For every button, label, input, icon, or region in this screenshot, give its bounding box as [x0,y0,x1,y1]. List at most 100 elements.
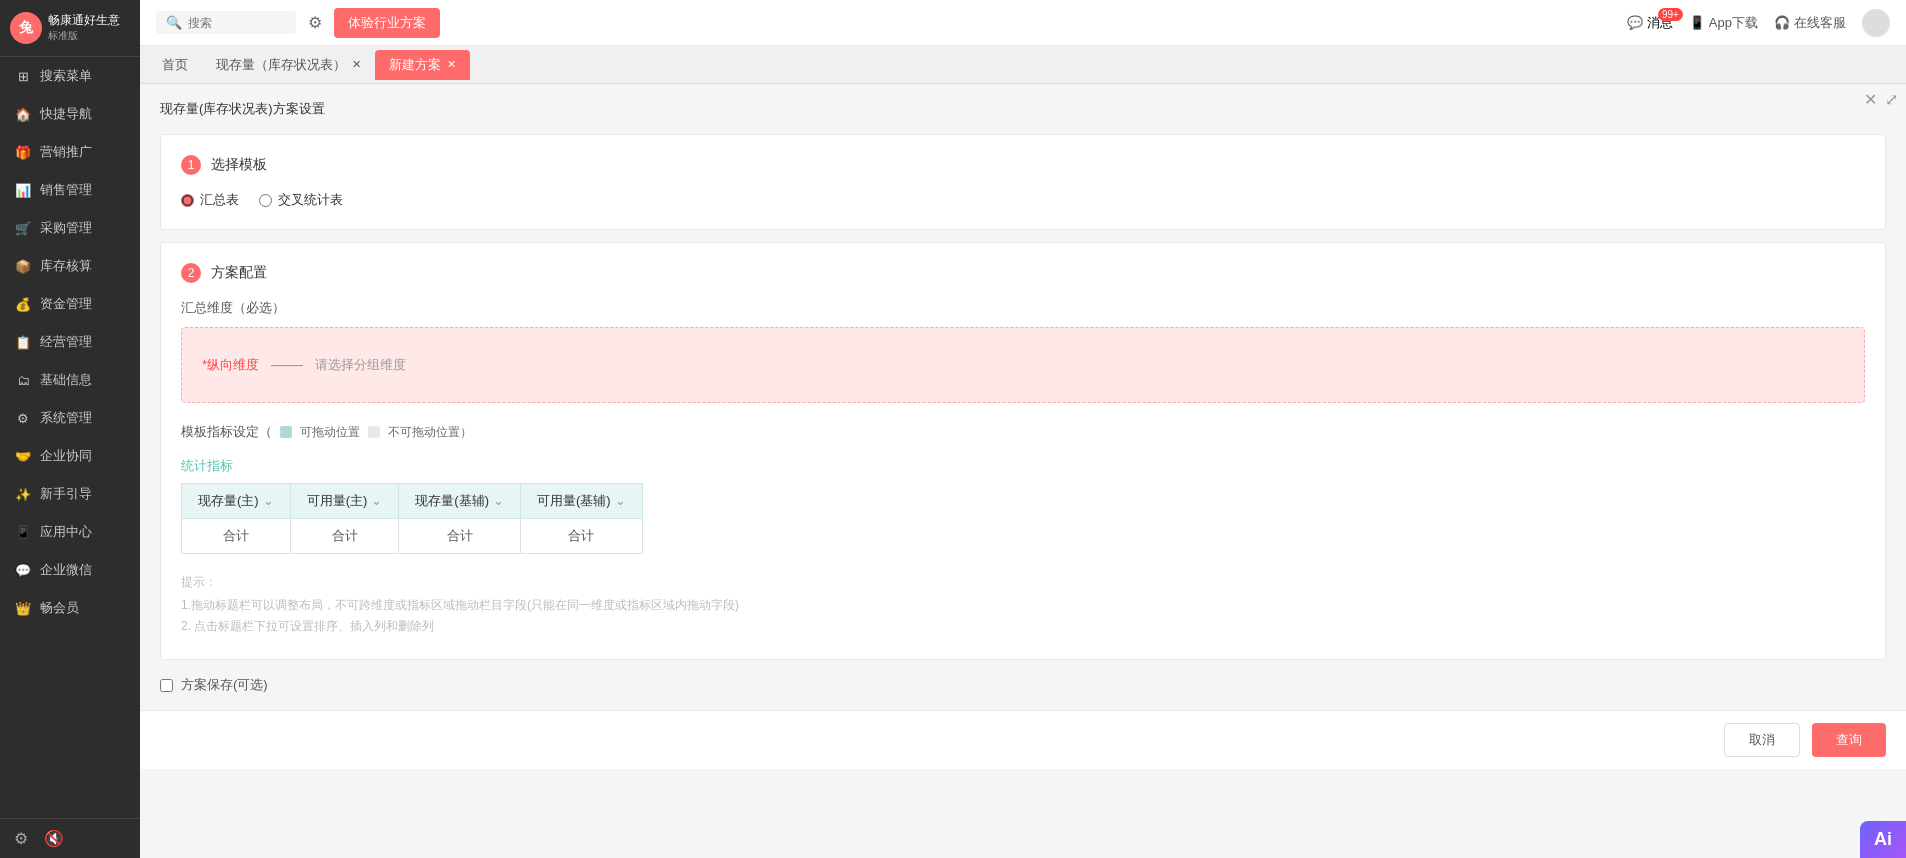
sidebar-item-label-purchase: 采购管理 [40,219,92,237]
col-header-avail-base[interactable]: 可用量(基辅) ⌄ [521,484,643,519]
search-input[interactable] [188,16,268,30]
config-section: 汇总维度（必选） *纵向维度 —— 请选择分组维度 模板指标设定（ 可拖动位置 … [181,299,1865,635]
main-area: 🔍 ⚙ 体验行业方案 💬 99+ 消息 📱 App下载 🎧 在线客服 首页 [140,0,1906,858]
col-arrow-avail-base: ⌄ [615,493,626,508]
col-header-main-qty[interactable]: 现存量(主)⌄ [182,484,291,519]
sidebar-item-wechat[interactable]: 💬 企业微信 [0,551,140,589]
sidebar-item-operation[interactable]: 📋 经营管理 [0,323,140,361]
step2-title: 方案配置 [211,264,267,282]
stat-title: 统计指标 [181,457,1865,475]
online-service-label: 在线客服 [1794,14,1846,32]
sidebar-logo: 兔 畅康通好生意 标准版 [0,0,140,57]
col-body-avail-base: 合计 [521,519,643,554]
message-button[interactable]: 💬 99+ 消息 [1627,14,1673,32]
industry-solution-button[interactable]: 体验行业方案 [334,8,440,38]
sidebar-item-label-marketing: 营销推广 [40,143,92,161]
dimension-required-label: *纵向维度 [202,356,259,374]
sidebar-item-label-sales: 销售管理 [40,181,92,199]
sidebar-item-marketing[interactable]: 🎁 营销推广 [0,133,140,171]
sidebar-item-label-cooperation: 企业协同 [40,447,92,465]
ai-badge[interactable]: Ai [1860,821,1906,858]
tab-inventory-status[interactable]: 现存量（库存状况表） ✕ [202,50,375,80]
sidebar-item-quick-nav[interactable]: 🏠 快捷导航 [0,95,140,133]
template-summary-option[interactable]: 汇总表 [181,191,239,209]
sound-icon[interactable]: 🔇 [44,829,64,848]
tab-home[interactable]: 首页 [148,50,202,80]
query-button[interactable]: 查询 [1812,723,1886,757]
member-icon: 👑 [14,599,32,617]
sidebar-item-purchase[interactable]: 🛒 采购管理 [0,209,140,247]
tips-title: 提示： [181,574,1865,591]
sidebar-item-basic-info[interactable]: 🗂 基础信息 [0,361,140,399]
logo-text: 畅康通好生意 [48,13,120,29]
inventory-icon: 📦 [14,257,32,275]
panel-close-icon[interactable]: ✕ [1864,90,1877,109]
col-header-avail-main[interactable]: 可用量(主)⌄ [290,484,399,519]
summary-dim-label: 汇总维度（必选） [181,299,1865,317]
message-badge: 99+ [1658,8,1683,21]
sidebar-item-member[interactable]: 👑 畅会员 [0,589,140,627]
sidebar-item-label-basic-info: 基础信息 [40,371,92,389]
phone-icon: 📱 [1689,15,1705,30]
cancel-button[interactable]: 取消 [1724,723,1800,757]
sidebar-item-cooperation[interactable]: 🤝 企业协同 [0,437,140,475]
col-header-base-qty[interactable]: 现存量(基辅)⌄ [399,484,521,519]
step2-number: 2 [181,263,201,283]
tips-section: 提示： 1.拖动标题栏可以调整布局，不可跨维度或指标区域拖动栏目字段(只能在同一… [181,574,1865,635]
sidebar-item-inventory[interactable]: 📦 库存核算 [0,247,140,285]
sidebar-item-sales[interactable]: 📊 销售管理 [0,171,140,209]
message-icon: 💬 [1627,15,1643,30]
tip-item-0: 1.拖动标题栏可以调整布局，不可跨维度或指标区域拖动栏目字段(只能在同一维度或指… [181,597,1865,614]
template-cross-radio[interactable] [259,194,272,207]
purchase-icon: 🛒 [14,219,32,237]
logo-icon: 兔 [10,12,42,44]
sidebar-scroll: ⊞ 搜索菜单🏠 快捷导航🎁 营销推广📊 销售管理🛒 采购管理📦 库存核算💰 资金… [0,57,140,818]
user-avatar[interactable] [1862,9,1890,37]
template-summary-label: 汇总表 [200,191,239,209]
app-download-button[interactable]: 📱 App下载 [1689,14,1758,32]
tab-new-scheme-label: 新建方案 [389,56,441,74]
system-icon: ⚙ [14,409,32,427]
tab-new-scheme-close-icon[interactable]: ✕ [447,58,456,71]
logo-badge: 标准版 [48,29,120,43]
sidebar-item-label-member: 畅会员 [40,599,79,617]
indicator-label: 模板指标设定（ 可拖动位置 不可拖动位置） [181,423,1865,441]
col-arrow-base-qty: ⌄ [493,493,504,508]
apps-icon: 📱 [14,523,32,541]
online-service-button[interactable]: 🎧 在线客服 [1774,14,1846,32]
col-body-avail-main: 合计 [290,519,399,554]
finance-icon: 💰 [14,295,32,313]
draggable-badge [280,426,292,438]
save-label: 方案保存(可选) [181,676,268,694]
sidebar-item-apps[interactable]: 📱 应用中心 [0,513,140,551]
template-cross-option[interactable]: 交叉统计表 [259,191,343,209]
headset-icon: 🎧 [1774,15,1790,30]
template-radio-group: 汇总表 交叉统计表 [181,191,1865,209]
settings-icon[interactable]: ⚙ [14,829,28,848]
panel-expand-icon[interactable]: ⤢ [1885,90,1898,109]
col-body-base-qty: 合计 [399,519,521,554]
template-cross-label: 交叉统计表 [278,191,343,209]
sidebar-item-label-quick-nav: 快捷导航 [40,105,92,123]
col-label-avail-main: 可用量(主) [307,493,368,508]
save-checkbox[interactable] [160,679,173,692]
sidebar-item-label-system: 系统管理 [40,409,92,427]
step1-header: 1 选择模板 [181,155,1865,175]
tab-inventory-status-close-icon[interactable]: ✕ [352,58,361,71]
sidebar-item-finance[interactable]: 💰 资金管理 [0,285,140,323]
sidebar-item-search-menu[interactable]: ⊞ 搜索菜单 [0,57,140,95]
app-download-label: App下载 [1709,14,1758,32]
search-menu-icon: ⊞ [14,67,32,85]
col-label-avail-base: 可用量(基辅) [537,493,611,508]
stat-section: 统计指标 现存量(主)⌄可用量(主)⌄现存量(基辅)⌄可用量(基辅)⌄ 合计合计… [181,457,1865,554]
sidebar-item-system[interactable]: ⚙ 系统管理 [0,399,140,437]
template-summary-radio[interactable] [181,194,194,207]
sidebar-item-guide[interactable]: ✨ 新手引导 [0,475,140,513]
step1-number: 1 [181,155,201,175]
draggable-label: 可拖动位置 [300,424,360,441]
step1-card: 1 选择模板 汇总表 交叉统计表 [160,134,1886,230]
tab-new-scheme[interactable]: 新建方案 ✕ [375,50,470,80]
dimension-box[interactable]: *纵向维度 —— 请选择分组维度 [181,327,1865,403]
gear-icon[interactable]: ⚙ [308,13,322,32]
topbar-search[interactable]: 🔍 [156,11,296,34]
